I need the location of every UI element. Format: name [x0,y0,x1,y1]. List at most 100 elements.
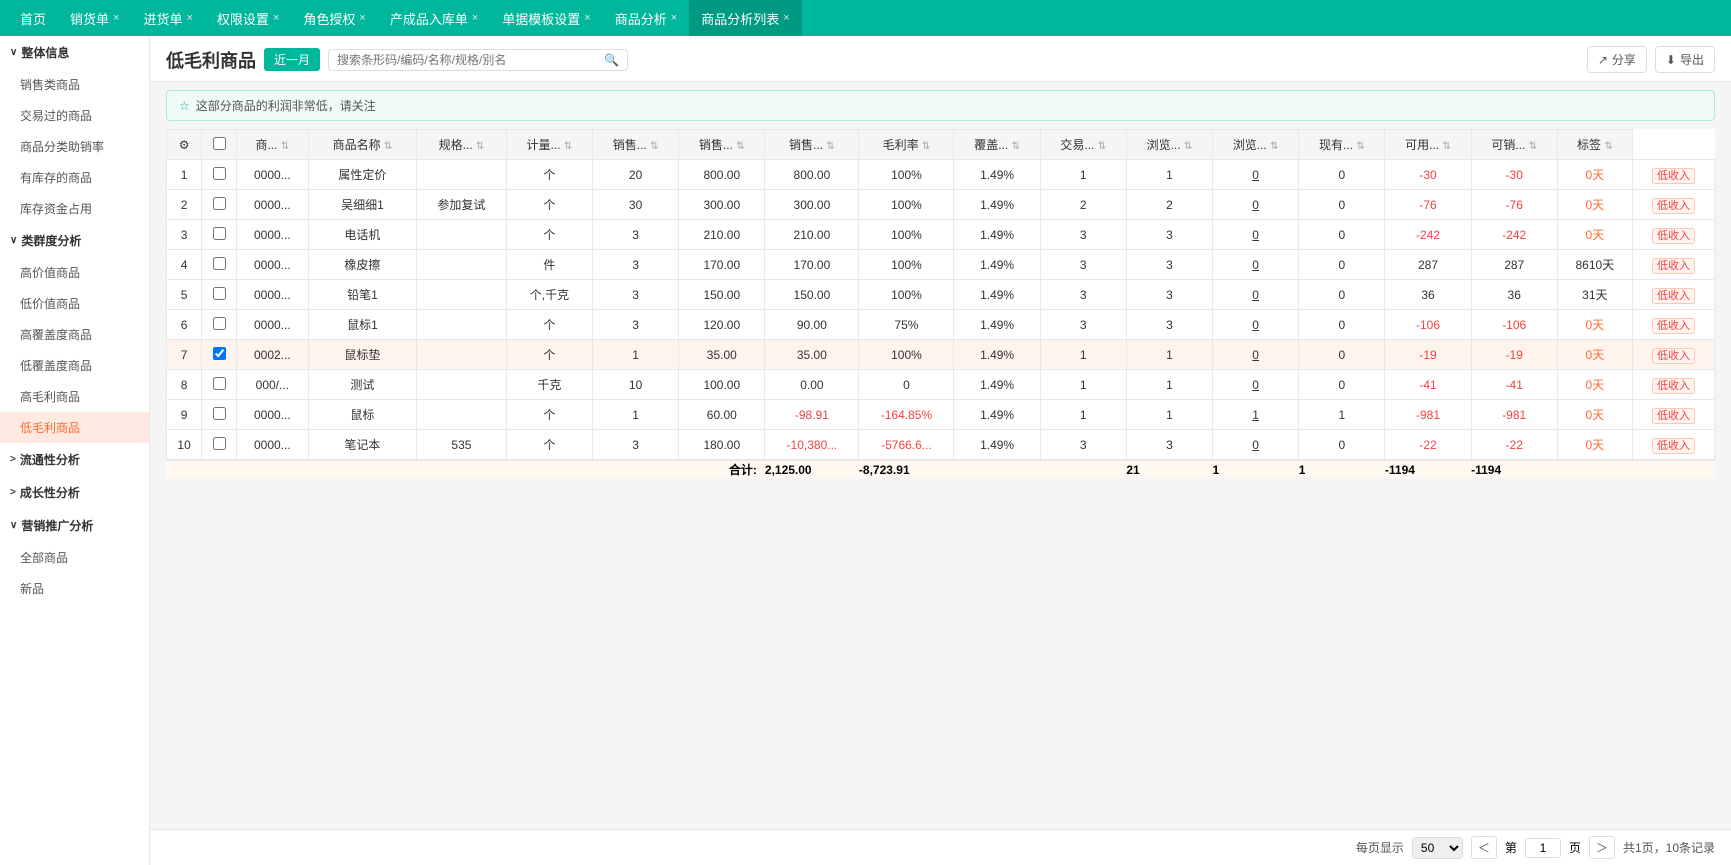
sidebar-group-整体信息[interactable]: ∨整体信息 [0,36,149,69]
row-select-checkbox[interactable] [213,227,226,240]
col-header-10[interactable]: 覆盖... ⇅ [954,130,1040,160]
page-size-select[interactable]: 50 100 [1412,837,1463,859]
close-tab-icon[interactable]: × [186,12,192,24]
row-checkbox[interactable] [202,430,237,461]
col-header-13[interactable]: 浏览... ⇅ [1213,130,1299,160]
settings-icon[interactable]: ⚙ [179,138,190,152]
sidebar-item-高覆盖度商品[interactable]: 高覆盖度商品 [0,319,149,350]
sidebar-item-高价值商品[interactable]: 高价值商品 [0,257,149,288]
sidebar-item-高毛利商品[interactable]: 高毛利商品 [0,381,149,412]
browse-link[interactable]: 0 [1252,318,1259,332]
sidebar-item-低毛利商品[interactable]: 低毛利商品 [0,412,149,443]
page-input[interactable] [1525,838,1561,858]
sidebar-group-类群度分析[interactable]: ∨类群度分析 [0,224,149,257]
browse-link[interactable]: 1 [1252,408,1259,422]
time-filter-button[interactable]: 近一月 [264,48,320,71]
browse-link[interactable]: 0 [1252,288,1259,302]
row-select-checkbox[interactable] [213,287,226,300]
col-header-5[interactable]: 计量... ⇅ [506,130,592,160]
close-tab-icon[interactable]: × [584,12,590,24]
close-tab-icon[interactable]: × [671,12,677,24]
sidebar-item-有库存的商品[interactable]: 有库存的商品 [0,162,149,193]
row-checkbox[interactable] [202,340,237,370]
row-select-checkbox[interactable] [213,437,226,450]
row-select-checkbox[interactable] [213,347,226,360]
nav-item-权限设置[interactable]: 权限设置× [205,0,291,36]
row-select-checkbox[interactable] [213,257,226,270]
col-header-3[interactable]: 商品名称 ⇅ [308,130,416,160]
next-page-button[interactable]: ＞ [1589,836,1615,859]
browse-link[interactable]: 0 [1252,348,1259,362]
nav-item-进货单[interactable]: 进货单× [131,0,204,36]
sidebar-item-交易过的商品[interactable]: 交易过的商品 [0,100,149,131]
col-header-12[interactable]: 浏览... ⇅ [1126,130,1212,160]
sidebar-item-商品分类助销率[interactable]: 商品分类助销率 [0,131,149,162]
sidebar-item-库存资金占用[interactable]: 库存资金占用 [0,193,149,224]
col-header-11[interactable]: 交易... ⇅ [1040,130,1126,160]
close-tab-icon[interactable]: × [113,12,119,24]
close-tab-icon[interactable]: × [783,12,789,24]
sidebar-item-销售类商品[interactable]: 销售类商品 [0,69,149,100]
row-select-checkbox[interactable] [213,407,226,420]
browse1[interactable]: 0 [1213,370,1299,400]
browse1[interactable]: 0 [1213,250,1299,280]
browse1[interactable]: 0 [1213,280,1299,310]
browse-link[interactable]: 0 [1252,198,1259,212]
sidebar-item-全部商品[interactable]: 全部商品 [0,542,149,573]
browse1[interactable]: 0 [1213,220,1299,250]
close-tab-icon[interactable]: × [273,12,279,24]
nav-item-角色授权[interactable]: 角色授权× [291,0,377,36]
row-checkbox[interactable] [202,220,237,250]
table-container[interactable]: ⚙商... ⇅商品名称 ⇅规格... ⇅计量... ⇅销售... ⇅销售... … [158,129,1723,829]
share-button[interactable]: ↗ 分享 [1587,46,1647,73]
export-button[interactable]: ⬇ 导出 [1655,46,1715,73]
browse-link[interactable]: 0 [1252,168,1259,182]
col-header-14[interactable]: 现有... ⇅ [1299,130,1385,160]
col-header-6[interactable]: 销售... ⇅ [593,130,679,160]
row-checkbox[interactable] [202,190,237,220]
sidebar-item-低价值商品[interactable]: 低价值商品 [0,288,149,319]
browse1[interactable]: 0 [1213,310,1299,340]
close-tab-icon[interactable]: × [472,12,478,24]
row-select-checkbox[interactable] [213,377,226,390]
sidebar-item-低覆盖度商品[interactable]: 低覆盖度商品 [0,350,149,381]
nav-item-单据模板设置[interactable]: 单据模板设置× [490,0,602,36]
nav-item-商品分析列表[interactable]: 商品分析列表× [689,0,801,36]
search-input[interactable] [337,53,604,67]
col-header-4[interactable]: 规格... ⇅ [417,130,507,160]
browse-link[interactable]: 0 [1252,438,1259,452]
select-all-checkbox[interactable] [213,137,226,150]
col-header-17[interactable]: 标签 ⇅ [1557,130,1632,160]
nav-item-首页[interactable]: 首页 [8,0,58,36]
sidebar-group-成长性分析[interactable]: >成长性分析 [0,476,149,509]
sidebar-group-流通性分析[interactable]: >流通性分析 [0,443,149,476]
col-header-7[interactable]: 销售... ⇅ [679,130,765,160]
sidebar-group-营销推广分析[interactable]: ∨营销推广分析 [0,509,149,542]
row-checkbox[interactable] [202,370,237,400]
nav-item-销货单[interactable]: 销货单× [58,0,131,36]
browse1[interactable]: 0 [1213,160,1299,190]
browse-link[interactable]: 0 [1252,378,1259,392]
col-header-16[interactable]: 可销... ⇅ [1471,130,1557,160]
row-select-checkbox[interactable] [213,167,226,180]
row-select-checkbox[interactable] [213,317,226,330]
browse1[interactable]: 0 [1213,340,1299,370]
sidebar-item-新品[interactable]: 新品 [0,573,149,604]
col-header-9[interactable]: 毛利率 ⇅ [859,130,954,160]
col-header-8[interactable]: 销售... ⇅ [765,130,859,160]
browse-link[interactable]: 0 [1252,228,1259,242]
nav-item-商品分析[interactable]: 商品分析× [603,0,689,36]
prev-page-button[interactable]: ＜ [1471,836,1497,859]
browse1[interactable]: 0 [1213,190,1299,220]
row-checkbox[interactable] [202,250,237,280]
row-select-checkbox[interactable] [213,197,226,210]
browse-link[interactable]: 0 [1252,258,1259,272]
search-icon[interactable]: 🔍 [604,53,619,67]
browse1[interactable]: 0 [1213,430,1299,461]
row-checkbox[interactable] [202,310,237,340]
close-tab-icon[interactable]: × [359,12,365,24]
row-checkbox[interactable] [202,280,237,310]
col-header-15[interactable]: 可用... ⇅ [1385,130,1471,160]
col-header-2[interactable]: 商... ⇅ [236,130,308,160]
browse1[interactable]: 1 [1213,400,1299,430]
